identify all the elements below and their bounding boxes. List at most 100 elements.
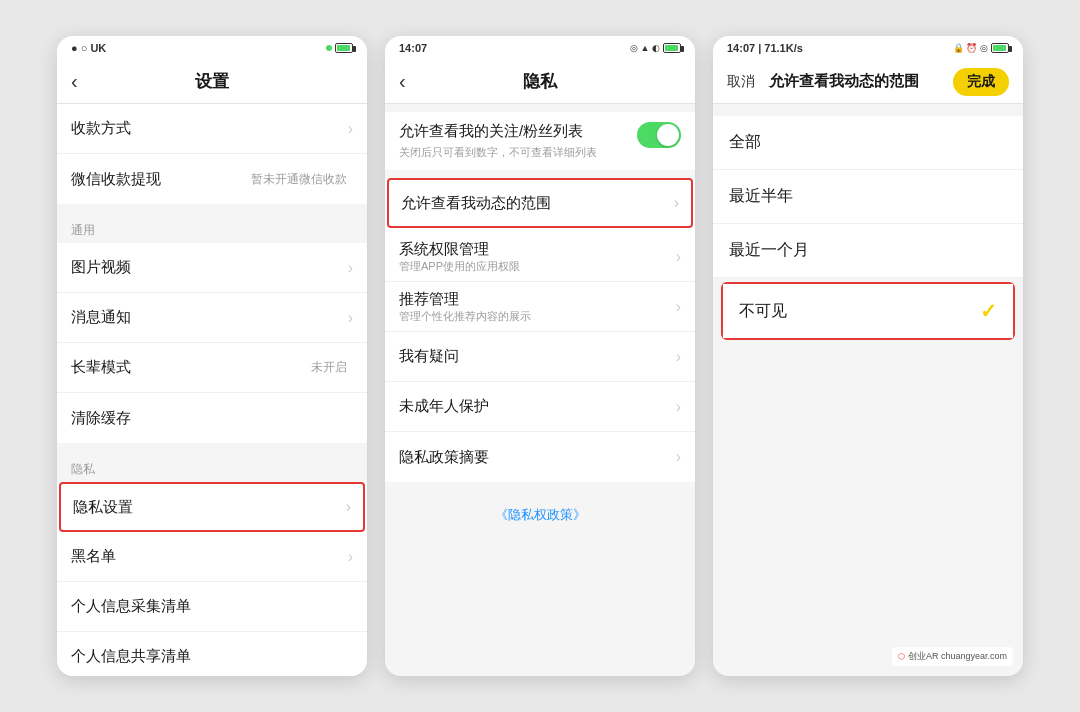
checkmark-icon: ✓	[980, 299, 997, 323]
status-bar-1: ● ○ UK	[57, 36, 367, 60]
item-label: 隐私设置	[73, 498, 346, 517]
status-icons-3: 🔒 ⏰ ◎	[953, 43, 1009, 53]
nav-title-2: 隐私	[523, 70, 557, 93]
list-item-wechat[interactable]: 微信收款提现 暂未开通微信收款	[57, 154, 367, 204]
chevron-icon: ›	[676, 448, 681, 466]
list-item-range[interactable]: 允许查看我动态的范围 ›	[387, 178, 693, 228]
chevron-icon: ›	[676, 248, 681, 266]
done-button[interactable]: 完成	[953, 68, 1009, 96]
list-item-notify[interactable]: 消息通知 ›	[57, 293, 367, 343]
list-item-photo[interactable]: 图片视频 ›	[57, 243, 367, 293]
chevron-icon: ›	[674, 194, 679, 212]
cancel-button[interactable]: 取消	[727, 73, 755, 91]
signal-dot	[326, 45, 332, 51]
toggle-knob	[657, 124, 679, 146]
toggle-label-group: 允许查看我的关注/粉丝列表 关闭后只可看到数字，不可查看详细列表	[399, 122, 637, 160]
chevron-icon: ›	[348, 259, 353, 277]
group-payment: 收款方式 › 微信收款提现 暂未开通微信收款	[57, 104, 367, 204]
item-label: 个人信息共享清单	[71, 647, 353, 666]
range-item-half-year[interactable]: 最近半年	[713, 170, 1023, 224]
back-button-2[interactable]: ‹	[399, 70, 406, 93]
watermark-text: 创业AR chuangyear.com	[908, 650, 1007, 663]
group-privacy: 隐私设置 › 黑名单 › 个人信息采集清单 个人信息共享清单 直播间出镜人员报备	[57, 482, 367, 676]
status-icons-1	[326, 43, 353, 53]
list-item-question[interactable]: 我有疑问 ›	[385, 332, 695, 382]
privacy-content: 允许查看我的关注/粉丝列表 关闭后只可看到数字，不可查看详细列表 允许查看我动态…	[385, 104, 695, 676]
chevron-icon: ›	[348, 309, 353, 327]
range-item-all[interactable]: 全部	[713, 116, 1023, 170]
group-general: 图片视频 › 消息通知 › 长辈模式 未开启 清除缓存	[57, 243, 367, 443]
range-item-invisible-wrapper: 不可见 ✓	[721, 282, 1015, 340]
item-sub: 管理个性化推荐内容的展示	[399, 309, 676, 324]
item-label: 长辈模式	[71, 358, 311, 377]
item-label: 图片视频	[71, 258, 348, 277]
item-label: 未成年人保护	[399, 397, 676, 416]
toggle-note: 关闭后只可看到数字，不可查看详细列表	[399, 141, 637, 160]
privacy-policy-link[interactable]: 《隐私权政策》	[385, 490, 695, 540]
item-label: 收款方式	[71, 119, 348, 138]
toggle-switch[interactable]	[637, 122, 681, 148]
group-privacy-items: 允许查看我动态的范围 › 系统权限管理 管理APP使用的应用权限 › 推荐管理 …	[385, 178, 695, 482]
watermark: ⬡ 创业AR chuangyear.com	[892, 647, 1013, 666]
list-item-elder[interactable]: 长辈模式 未开启	[57, 343, 367, 393]
item-label: 全部	[729, 132, 1007, 153]
item-label: 消息通知	[71, 308, 348, 327]
toggle-row[interactable]: 允许查看我的关注/粉丝列表 关闭后只可看到数字，不可查看详细列表	[385, 112, 695, 170]
chevron-icon: ›	[676, 298, 681, 316]
item-sub: 管理APP使用的应用权限	[399, 259, 676, 274]
section-privacy: 隐私	[57, 451, 367, 482]
panel-settings: ● ○ UK ‹ 设置 收款方式 › 微信收款提现 暂未开通微信收款	[57, 36, 367, 676]
range-content: 全部 最近半年 最近一个月 不可见 ✓	[713, 104, 1023, 676]
list-item-cache[interactable]: 清除缓存	[57, 393, 367, 443]
settings-content: 收款方式 › 微信收款提现 暂未开通微信收款 通用 图片视频 › 消息通知 ›	[57, 104, 367, 676]
status-time-2: 14:07	[399, 42, 427, 54]
item-label: 隐私政策摘要	[399, 448, 676, 467]
list-item-share[interactable]: 个人信息共享清单	[57, 632, 367, 676]
item-label: 清除缓存	[71, 409, 353, 428]
nav-bar-3: 取消 允许查看我动态的范围 完成	[713, 60, 1023, 104]
item-label: 允许查看我动态的范围	[401, 194, 674, 213]
list-item-payment[interactable]: 收款方式 ›	[57, 104, 367, 154]
nav-bar-1: ‹ 设置	[57, 60, 367, 104]
battery-icon	[335, 43, 353, 53]
chevron-icon: ›	[346, 498, 351, 516]
list-item-blacklist[interactable]: 黑名单 ›	[57, 532, 367, 582]
back-button-1[interactable]: ‹	[71, 70, 78, 93]
chevron-icon: ›	[348, 120, 353, 138]
battery-icon-2	[663, 43, 681, 53]
item-sub: 未开启	[311, 359, 347, 376]
panel-privacy: 14:07 ◎ ▲ ◐ ‹ 隐私 允许查看我的关注/粉丝列表 关闭后只可看到数字…	[385, 36, 695, 676]
list-item-collect[interactable]: 个人信息采集清单	[57, 582, 367, 632]
nav-range-wrapper: 取消 允许查看我动态的范围 完成	[727, 68, 1009, 96]
item-label: 个人信息采集清单	[71, 597, 353, 616]
range-item-invisible[interactable]: 不可见 ✓	[723, 284, 1013, 338]
item-label: 系统权限管理	[399, 240, 676, 259]
list-item-policy-summary[interactable]: 隐私政策摘要 ›	[385, 432, 695, 482]
status-time-3: 14:07 | 71.1K/s	[727, 42, 803, 54]
nav-title-3: 允许查看我动态的范围	[769, 72, 919, 91]
item-text-group: 系统权限管理 管理APP使用的应用权限	[399, 240, 676, 274]
status-icons-2: ◎ ▲ ◐	[630, 43, 681, 53]
range-list: 全部 最近半年 最近一个月 不可见 ✓	[713, 116, 1023, 340]
range-item-one-month[interactable]: 最近一个月	[713, 224, 1023, 278]
list-item-minor[interactable]: 未成年人保护 ›	[385, 382, 695, 432]
nav-title-1: 设置	[195, 70, 229, 93]
chevron-icon: ›	[348, 548, 353, 566]
chevron-icon: ›	[676, 398, 681, 416]
list-item-privacy-settings[interactable]: 隐私设置 ›	[59, 482, 365, 532]
item-label: 推荐管理	[399, 290, 676, 309]
section-general: 通用	[57, 212, 367, 243]
status-bar-2: 14:07 ◎ ▲ ◐	[385, 36, 695, 60]
list-item-recommend[interactable]: 推荐管理 管理个性化推荐内容的展示 ›	[385, 282, 695, 332]
status-time-1: ● ○ UK	[71, 42, 106, 54]
item-label: 我有疑问	[399, 347, 676, 366]
group-toggle: 允许查看我的关注/粉丝列表 关闭后只可看到数字，不可查看详细列表	[385, 112, 695, 170]
list-item-permissions[interactable]: 系统权限管理 管理APP使用的应用权限 ›	[385, 232, 695, 282]
toggle-label: 允许查看我的关注/粉丝列表	[399, 122, 637, 141]
nav-bar-2: ‹ 隐私	[385, 60, 695, 104]
item-label: 最近一个月	[729, 240, 1007, 261]
status-bar-3: 14:07 | 71.1K/s 🔒 ⏰ ◎	[713, 36, 1023, 60]
chevron-icon: ›	[676, 348, 681, 366]
battery-icon-3	[991, 43, 1009, 53]
watermark-logo: ⬡	[898, 652, 905, 661]
